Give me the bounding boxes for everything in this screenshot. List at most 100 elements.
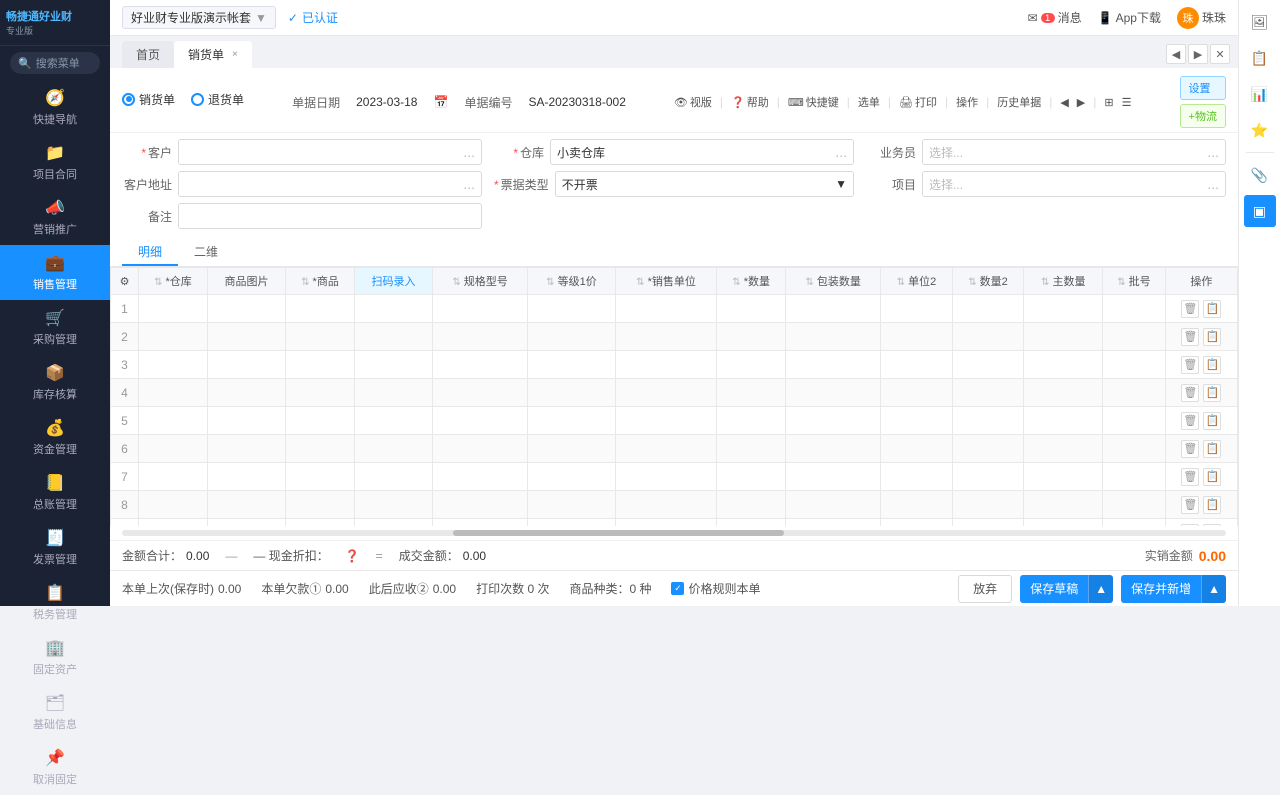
table-cell[interactable]	[786, 323, 881, 351]
table-cell[interactable]	[1103, 435, 1166, 463]
sidebar-item-invoice[interactable]: 🧾 发票管理	[0, 520, 110, 575]
table-cell[interactable]	[286, 379, 355, 407]
add-goods-btn[interactable]: +物流	[1180, 104, 1226, 128]
sidebar-item-asset[interactable]: 🏢 固定资产	[0, 630, 110, 685]
delete-row-btn[interactable]: 🗑	[1181, 524, 1199, 527]
delete-row-btn[interactable]: 🗑	[1181, 384, 1199, 402]
setup-btn[interactable]: 设置	[1180, 76, 1226, 100]
table-cell[interactable]	[786, 519, 881, 527]
table-cell[interactable]	[881, 323, 953, 351]
table-cell[interactable]	[615, 435, 716, 463]
table-cell[interactable]	[786, 351, 881, 379]
sidebar-item-inventory[interactable]: 📦 库存核算	[0, 355, 110, 410]
table-cell[interactable]	[286, 463, 355, 491]
table-cell[interactable]	[354, 463, 432, 491]
sidebar-item-tax[interactable]: 📋 税务管理	[0, 575, 110, 630]
print-btn[interactable]: 🖨 打印	[899, 94, 937, 110]
table-cell[interactable]	[1103, 379, 1166, 407]
table-cell[interactable]	[433, 519, 528, 527]
delete-row-btn[interactable]: 🗑	[1181, 356, 1199, 374]
history-btn[interactable]: 历史单据	[997, 94, 1041, 110]
app-download-btn[interactable]: 📱 App下载	[1098, 9, 1161, 26]
right-panel-chart-btn[interactable]: 📊	[1244, 78, 1276, 110]
table-cell[interactable]	[139, 351, 208, 379]
copy-row-btn[interactable]: 📋	[1203, 496, 1221, 514]
table-cell[interactable]	[1024, 407, 1103, 435]
row-number-cell[interactable]: 9	[111, 519, 139, 527]
table-cell[interactable]	[717, 379, 786, 407]
table-cell[interactable]	[952, 351, 1024, 379]
table-cell[interactable]	[528, 435, 616, 463]
radio-return[interactable]: 退货单	[191, 91, 244, 108]
table-cell[interactable]	[286, 323, 355, 351]
table-cell[interactable]	[952, 519, 1024, 527]
table-cell[interactable]	[207, 295, 285, 323]
delete-row-btn[interactable]: 🗑	[1181, 440, 1199, 458]
table-cell[interactable]	[881, 435, 953, 463]
tab-close-btn[interactable]: ✕	[1210, 44, 1230, 64]
table-cell[interactable]	[286, 295, 355, 323]
operate-btn[interactable]: 操作	[956, 94, 978, 110]
right-panel-clipboard-btn[interactable]: 📋	[1244, 42, 1276, 74]
copy-row-btn[interactable]: 📋	[1203, 384, 1221, 402]
delete-row-btn[interactable]: 🗑	[1181, 300, 1199, 318]
table-cell[interactable]	[786, 379, 881, 407]
sidebar-item-nav[interactable]: 🧭 快捷导航	[0, 80, 110, 135]
table-cell[interactable]	[528, 351, 616, 379]
table-cell[interactable]	[952, 295, 1024, 323]
table-cell[interactable]	[354, 407, 432, 435]
table-cell[interactable]	[786, 407, 881, 435]
table-cell[interactable]	[207, 351, 285, 379]
right-panel-attach-btn[interactable]: 📎	[1244, 159, 1276, 191]
grid-view-btn[interactable]: ⊞	[1104, 96, 1113, 109]
table-cell[interactable]	[1024, 351, 1103, 379]
table-cell[interactable]	[354, 435, 432, 463]
save-draft-btn[interactable]: 保存草稿	[1020, 575, 1088, 603]
table-cell[interactable]	[433, 323, 528, 351]
table-cell[interactable]	[1024, 295, 1103, 323]
table-cell[interactable]	[1103, 295, 1166, 323]
radio-sale[interactable]: 销货单	[122, 91, 175, 108]
table-cell[interactable]	[528, 407, 616, 435]
delete-row-btn[interactable]: 🗑	[1181, 468, 1199, 486]
price-rule-checkbox[interactable]: ✓	[671, 582, 684, 595]
save-draft-dropdown-btn[interactable]: ▲	[1088, 575, 1113, 603]
table-cell[interactable]	[717, 519, 786, 527]
table-cell[interactable]	[433, 295, 528, 323]
table-cell[interactable]	[286, 491, 355, 519]
tab-sales-order[interactable]: 销货单 ×	[174, 41, 252, 68]
table-cell[interactable]	[786, 463, 881, 491]
table-cell[interactable]	[786, 295, 881, 323]
warehouse-input[interactable]: 小卖仓库 ...	[550, 139, 854, 165]
table-cell[interactable]	[717, 491, 786, 519]
table-cell[interactable]	[881, 407, 953, 435]
sidebar-item-sales[interactable]: 💼 销售管理	[0, 245, 110, 300]
table-cell[interactable]	[286, 407, 355, 435]
right-panel-star-btn[interactable]: ⭐	[1244, 114, 1276, 146]
table-cell[interactable]	[207, 379, 285, 407]
project-input[interactable]: 选择... ...	[922, 171, 1226, 197]
table-cell[interactable]	[952, 435, 1024, 463]
table-cell[interactable]	[433, 435, 528, 463]
table-cell[interactable]	[1024, 323, 1103, 351]
table-cell[interactable]	[433, 379, 528, 407]
table-cell[interactable]	[615, 323, 716, 351]
row-number-cell[interactable]: 1	[111, 295, 139, 323]
table-cell[interactable]	[528, 519, 616, 527]
table-cell[interactable]	[139, 435, 208, 463]
row-number-cell[interactable]: 4	[111, 379, 139, 407]
table-cell[interactable]	[207, 519, 285, 527]
row-number-cell[interactable]: 5	[111, 407, 139, 435]
copy-row-btn[interactable]: 📋	[1203, 356, 1221, 374]
table-cell[interactable]	[1103, 519, 1166, 527]
sidebar-item-account[interactable]: 📒 总账管理	[0, 465, 110, 520]
table-cell[interactable]	[139, 519, 208, 527]
sidebar-search[interactable]: 🔍 搜索菜单	[10, 52, 100, 74]
select-btn[interactable]: 选单	[858, 94, 880, 110]
tab-mingxi[interactable]: 明细	[122, 239, 178, 266]
col-import[interactable]: 扫码录入	[354, 268, 432, 295]
delete-row-btn[interactable]: 🗑	[1181, 496, 1199, 514]
row-number-cell[interactable]: 6	[111, 435, 139, 463]
table-cell[interactable]	[717, 323, 786, 351]
save-new-dropdown-btn[interactable]: ▲	[1201, 575, 1226, 603]
